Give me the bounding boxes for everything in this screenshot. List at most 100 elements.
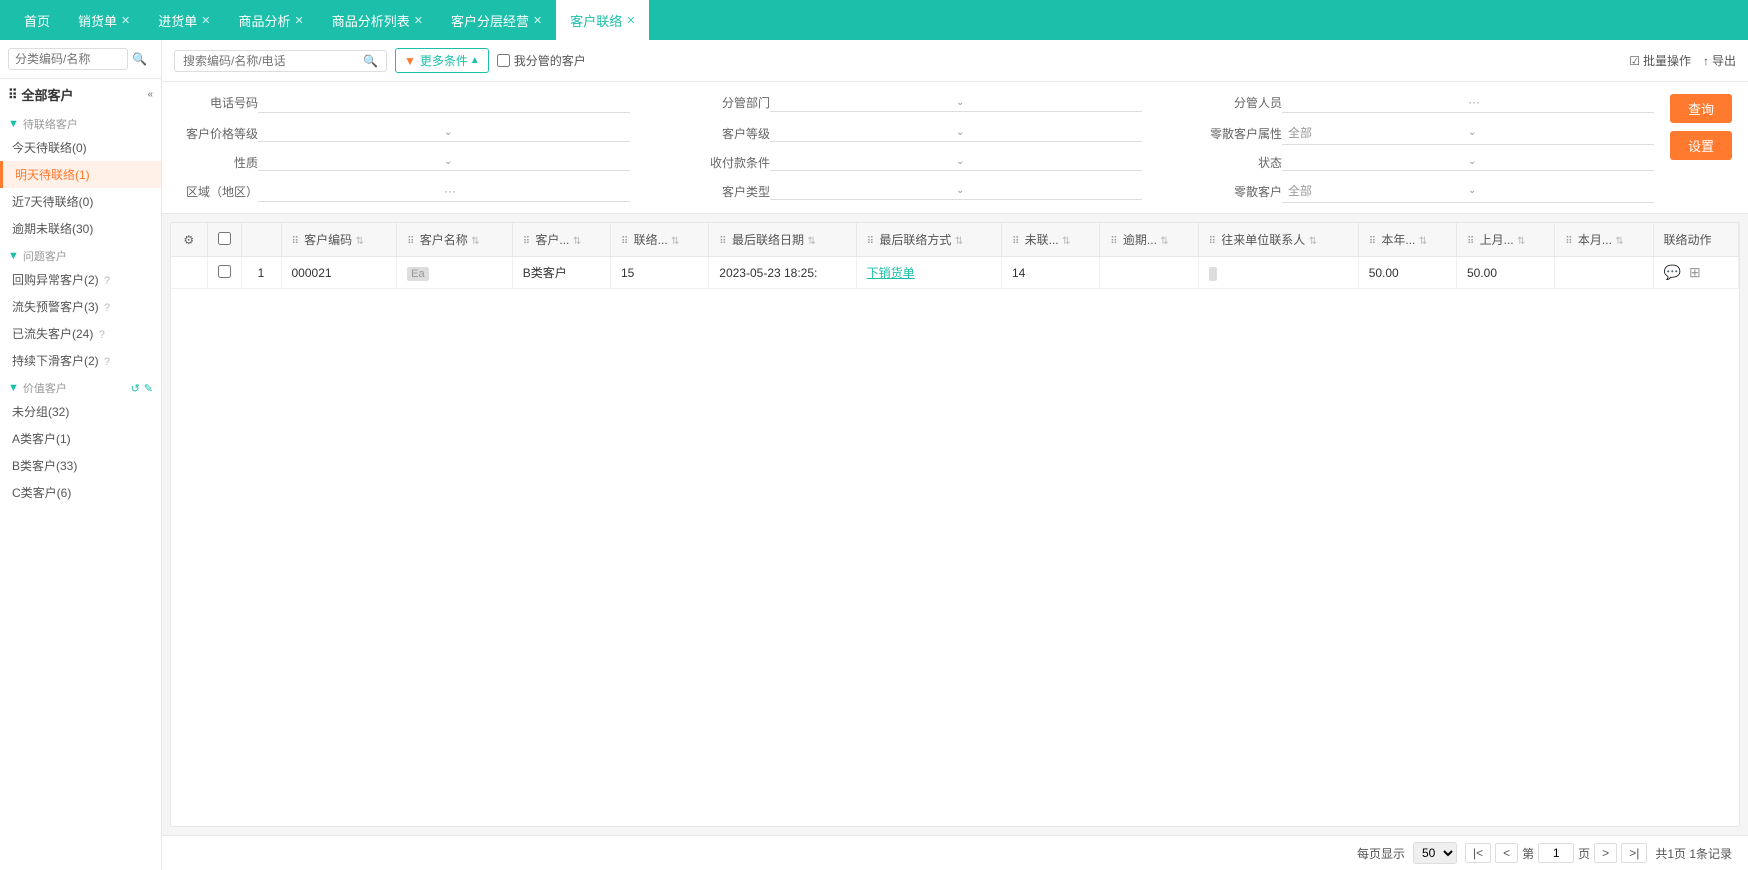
reset-btn[interactable]: 设置 <box>1670 131 1732 160</box>
th-last-month[interactable]: ⠿ 上月... <box>1456 223 1554 257</box>
first-page-btn[interactable]: |< <box>1465 843 1491 863</box>
th-last-date[interactable]: ⠿ 最后联络日期 <box>709 223 856 257</box>
level-select[interactable]: ⌄ <box>770 124 1142 142</box>
table-settings-icon[interactable]: ⚙ <box>183 233 194 247</box>
nav-close-customer-tier[interactable]: ✕ <box>533 14 542 27</box>
dept-select[interactable]: ⌄ <box>770 94 1142 112</box>
row-settings <box>171 257 207 289</box>
row-this-year: 50.00 <box>1358 257 1456 289</box>
last-method-link[interactable]: 下销货单 <box>867 266 915 280</box>
sidebar-item-class-b[interactable]: B类客户(33) <box>0 452 161 479</box>
export-btn[interactable]: ↑ 导出 <box>1703 52 1736 69</box>
help-icon-declining[interactable]: ? <box>104 356 110 368</box>
th-this-month[interactable]: ⠿ 本月... <box>1555 223 1653 257</box>
row-category: B类客户 <box>512 257 610 289</box>
type-select[interactable]: ⌄ <box>770 182 1142 200</box>
table-area: ⚙ ⠿ 客户编码 ⠿ 客户名称 <box>170 222 1740 827</box>
sidebar-item-overdue[interactable]: 逾期未联络(30) <box>0 215 161 242</box>
phone-input[interactable] <box>258 92 630 113</box>
area-select[interactable]: ··· <box>258 181 630 202</box>
next-page-btn[interactable]: > <box>1594 843 1617 863</box>
th-check[interactable] <box>207 223 241 257</box>
nav-item-purchase[interactable]: 进货单 ✕ <box>144 0 224 40</box>
sidebar-item-repurchase-abnormal[interactable]: 回购异常客户(2) ? <box>0 266 161 293</box>
prev-page-btn[interactable]: < <box>1495 843 1518 863</box>
th-last-method[interactable]: ⠿ 最后联络方式 <box>856 223 1001 257</box>
retail-select[interactable]: 全部 ⌄ <box>1282 179 1654 203</box>
th-name[interactable]: ⠿ 客户名称 <box>397 223 513 257</box>
sidebar-problem-group: ▼ 问题客户 <box>0 242 161 266</box>
retail-attr-select[interactable]: 全部 ⌄ <box>1282 121 1654 145</box>
toolbar-search-icon[interactable]: 🔍 <box>363 54 378 68</box>
sidebar-all-customers[interactable]: ⠿ 全部客户 « <box>0 79 161 110</box>
sidebar-item-ungrouped[interactable]: 未分组(32) <box>0 398 161 425</box>
value-edit-icon[interactable]: ✎ <box>144 382 153 395</box>
nav-item-analysis[interactable]: 商品分析 ✕ <box>224 0 317 40</box>
page-size-select[interactable]: 50 <box>1413 842 1457 864</box>
batch-ops-btn[interactable]: ☑ 批量操作 <box>1629 52 1691 69</box>
area-dots[interactable]: ··· <box>440 184 624 198</box>
th-not-linked[interactable]: ⠿ 未联... <box>1001 223 1099 257</box>
my-customer-checkbox[interactable] <box>497 54 510 67</box>
price-select[interactable]: ⌄ <box>258 124 630 142</box>
th-overdue[interactable]: ⠿ 逾期... <box>1100 223 1198 257</box>
manager-select[interactable]: ··· <box>1282 92 1654 113</box>
row-checkbox[interactable] <box>218 265 231 278</box>
type-label: 客户类型 <box>690 183 770 200</box>
sidebar-item-tomorrow[interactable]: 明天待联络(1) <box>0 161 161 188</box>
sidebar: 🔍 ⠿ 全部客户 « ▼ 待联络客户 今天待联络(0) 明天待联络(1) 近7天… <box>0 40 162 870</box>
th-this-year[interactable]: ⠿ 本年... <box>1358 223 1456 257</box>
sidebar-item-declining[interactable]: 持续下滑客户(2) ? <box>0 347 161 374</box>
th-contact-person[interactable]: ⠿ 往来单位联系人 <box>1198 223 1358 257</box>
toolbar-search-box: 🔍 <box>174 50 387 72</box>
area-label: 区域（地区） <box>178 183 258 200</box>
sidebar-item-7days[interactable]: 近7天待联络(0) <box>0 188 161 215</box>
nav-item-sales[interactable]: 销货单 ✕ <box>64 0 144 40</box>
row-last-method[interactable]: 下销货单 <box>856 257 1001 289</box>
sidebar-search-input[interactable] <box>8 48 128 70</box>
th-code[interactable]: ⠿ 客户编码 <box>281 223 397 257</box>
sidebar-item-class-a[interactable]: A类客户(1) <box>0 425 161 452</box>
sidebar-item-today[interactable]: 今天待联络(0) <box>0 134 161 161</box>
nav-close-analysis-list[interactable]: ✕ <box>414 14 423 27</box>
status-label: 状态 <box>1202 154 1282 171</box>
sidebar-collapse-icon[interactable]: « <box>147 89 153 100</box>
sidebar-search-icon[interactable]: 🔍 <box>132 52 147 66</box>
nav-close-sales[interactable]: ✕ <box>121 14 130 27</box>
action-grid-icon[interactable]: ⊞ <box>1689 264 1701 281</box>
manager-dots[interactable]: ··· <box>1464 95 1648 109</box>
sidebar-item-churned[interactable]: 已流失客户(24) ? <box>0 320 161 347</box>
th-category[interactable]: ⠿ 客户... <box>512 223 610 257</box>
sidebar-item-class-c[interactable]: C类客户(6) <box>0 479 161 506</box>
row-action: 💬 ⊞ <box>1653 257 1738 289</box>
query-btn[interactable]: 查询 <box>1670 94 1732 123</box>
help-icon-churned[interactable]: ? <box>99 329 105 341</box>
status-select[interactable]: ⌄ <box>1282 153 1654 171</box>
nav-close-analysis[interactable]: ✕ <box>295 14 304 27</box>
nature-select[interactable]: ⌄ <box>258 153 630 171</box>
value-refresh-icon[interactable]: ↺ <box>131 382 140 395</box>
help-icon-repurchase[interactable]: ? <box>104 275 110 287</box>
th-contacts[interactable]: ⠿ 联络... <box>611 223 709 257</box>
phone-label: 电话号码 <box>178 94 258 111</box>
sidebar-item-churn-warning[interactable]: 流失预警客户(3) ? <box>0 293 161 320</box>
row-last-date: 2023-05-23 18:25: <box>709 257 856 289</box>
action-comment-icon[interactable]: 💬 <box>1664 264 1681 281</box>
th-settings[interactable]: ⚙ <box>171 223 207 257</box>
toolbar-search-input[interactable] <box>183 54 363 68</box>
select-all-checkbox[interactable] <box>218 232 231 245</box>
nav-home[interactable]: 首页 <box>10 11 64 30</box>
row-check[interactable] <box>207 257 241 289</box>
last-page-btn[interactable]: >| <box>1621 843 1647 863</box>
nav-close-purchase[interactable]: ✕ <box>201 14 210 27</box>
help-icon-churn[interactable]: ? <box>104 302 110 314</box>
nav-close-customer-contact[interactable]: ✕ <box>626 14 635 27</box>
nav-item-analysis-list[interactable]: 商品分析列表 ✕ <box>318 0 437 40</box>
row-contact-person <box>1198 257 1358 289</box>
nav-item-customer-contact[interactable]: 客户联络 ✕ <box>556 0 649 40</box>
manager-label: 分管人员 <box>1202 94 1282 111</box>
page-input[interactable] <box>1538 843 1574 863</box>
more-conditions-btn[interactable]: ▼ 更多条件 ▲ <box>395 48 489 73</box>
nav-item-customer-tier[interactable]: 客户分层经营 ✕ <box>437 0 556 40</box>
payment-select[interactable]: ⌄ <box>770 153 1142 171</box>
